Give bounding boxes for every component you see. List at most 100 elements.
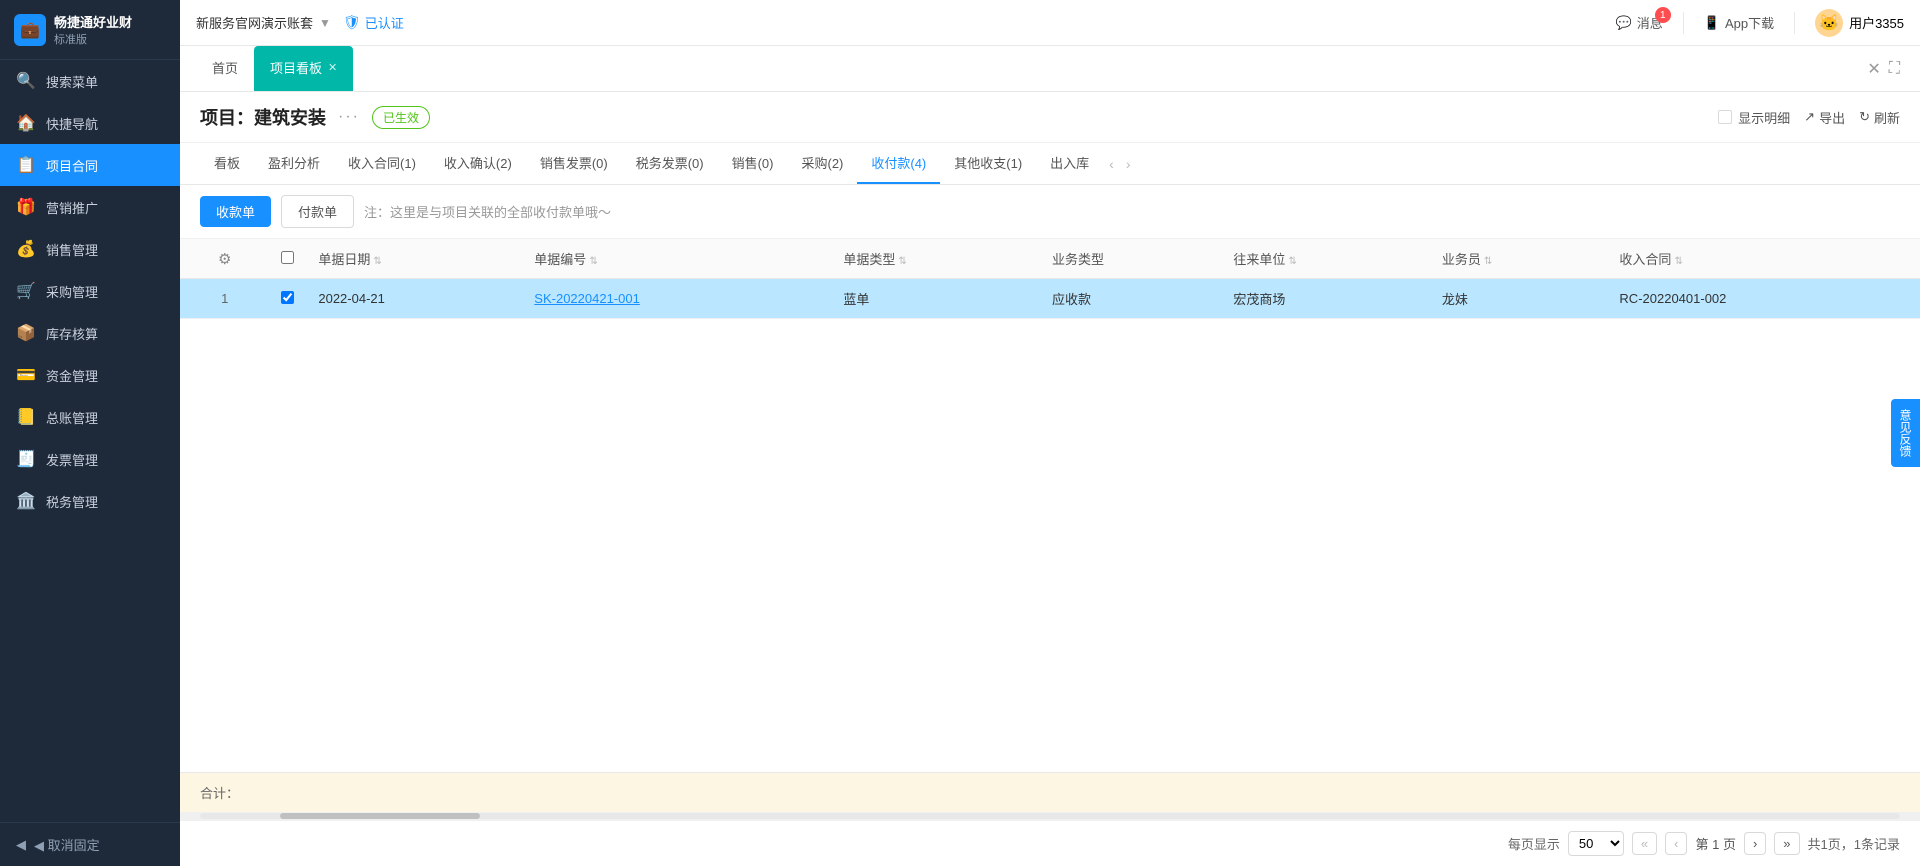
user-label: 用户3355	[1849, 13, 1904, 32]
sidebar-item-label-inventory: 库存核算	[46, 324, 98, 343]
subtab-sales-invoice[interactable]: 销售发票(0)	[526, 143, 622, 184]
sort-partner-icon[interactable]: ⇅	[1288, 256, 1296, 267]
row-type: 蓝单	[831, 279, 1040, 319]
last-page-button[interactable]: »	[1774, 832, 1799, 855]
first-page-button[interactable]: «	[1632, 832, 1657, 855]
pin-icon: ◀︎	[16, 837, 26, 853]
subtab-sales[interactable]: 销售(0)	[718, 143, 788, 184]
logo-icon: 💼	[20, 20, 40, 40]
feedback-button[interactable]: 意见反馈	[1891, 399, 1920, 467]
page-title: 项目：建筑安装	[200, 104, 326, 130]
refresh-icon: ↻	[1859, 109, 1870, 125]
show-detail-checkbox[interactable]	[1718, 110, 1732, 124]
sidebar-item-inventory[interactable]: 📦 库存核算	[0, 312, 180, 354]
window-close-button[interactable]: ✕	[1863, 55, 1884, 83]
tab-project-board[interactable]: 项目看板 ✕	[254, 46, 353, 91]
subtab-board[interactable]: 看板	[200, 143, 254, 184]
filter-row: 收款单 付款单 注：这里是与项目关联的全部收付款单哦～	[180, 185, 1920, 239]
subtab-profit-analysis[interactable]: 盈利分析	[254, 143, 334, 184]
topbar-project[interactable]: 新服务官网演示账套 ▼	[196, 13, 331, 32]
subtab-other-income[interactable]: 其他收支(1)	[940, 143, 1036, 184]
mobile-icon: 📱	[1704, 15, 1720, 31]
sidebar-item-label-purchase-mgmt: 采购管理	[46, 282, 98, 301]
messages-button[interactable]: 💬 消息 1	[1616, 13, 1663, 32]
data-table: ⚙ 单据日期⇅ 单据编号⇅ 单据类型⇅ 业务类型 往来单位⇅ 业务员⇅ 收入合同…	[180, 239, 1920, 319]
cancel-pin-button[interactable]: ◀︎ ◀︎ 取消固定	[0, 822, 180, 866]
user-menu[interactable]: 🐱 用户3355	[1815, 9, 1904, 37]
subtab-purchase[interactable]: 采购(2)	[787, 143, 857, 184]
topbar-actions: 💬 消息 1 📱 App下载 🐱 用户3355	[1616, 9, 1904, 37]
export-button[interactable]: ↗ 导出	[1804, 108, 1845, 127]
row-index: 1	[180, 279, 269, 319]
sidebar-item-invoice-mgmt[interactable]: 🧾 发票管理	[0, 438, 180, 480]
column-biz-type: 业务类型	[1040, 239, 1221, 279]
sort-income-contract-icon[interactable]: ⇅	[1674, 256, 1682, 267]
subtab-income-confirm[interactable]: 收入确认(2)	[430, 143, 526, 184]
next-page-button[interactable]: ›	[1744, 832, 1766, 855]
sort-date-icon[interactable]: ⇅	[373, 256, 381, 267]
tab-home-label: 首页	[212, 58, 238, 77]
tab-home[interactable]: 首页	[196, 46, 254, 91]
subtab-receive-pay[interactable]: 收付款(4)	[857, 143, 940, 184]
sidebar-item-tax-mgmt[interactable]: 🏛️ 税务管理	[0, 480, 180, 522]
tab-close-icon[interactable]: ✕	[328, 61, 337, 74]
sidebar-item-marketing[interactable]: 🎁 营销推广	[0, 186, 180, 228]
cancel-pin-label: ◀︎ 取消固定	[34, 835, 100, 854]
pay-bill-button[interactable]: 付款单	[281, 195, 354, 228]
sidebar-item-fund-mgmt[interactable]: 💳 资金管理	[0, 354, 180, 396]
select-all-checkbox[interactable]	[281, 251, 294, 264]
sidebar-item-ledger-mgmt[interactable]: 📒 总账管理	[0, 396, 180, 438]
scrollbar-thumb[interactable]	[280, 813, 480, 819]
per-page-select[interactable]: 50 100 200	[1568, 831, 1624, 856]
receive-bill-button[interactable]: 收款单	[200, 196, 271, 227]
page-label: 第 1 页	[1695, 834, 1736, 853]
sidebar-item-quick-nav[interactable]: 🏠 快捷导航	[0, 102, 180, 144]
sidebar-item-label-tax-mgmt: 税务管理	[46, 492, 98, 511]
refresh-label: 刷新	[1874, 108, 1900, 127]
sidebar-item-search[interactable]: 🔍 搜索菜单	[0, 60, 180, 102]
page-header-actions: 显示明细 ↗ 导出 ↻ 刷新	[1718, 108, 1900, 127]
fund-icon: 💳	[16, 365, 36, 385]
sort-salesperson-icon[interactable]: ⇅	[1484, 256, 1492, 267]
sort-type-icon[interactable]: ⇅	[898, 256, 906, 267]
tabbar: 首页 项目看板 ✕ ✕ ⛶	[180, 46, 1920, 92]
topbar-project-name: 新服务官网演示账套	[196, 13, 313, 32]
row-number-link[interactable]: SK-20220421-001	[534, 291, 640, 306]
column-checkbox	[269, 239, 306, 279]
sales-icon: 💰	[16, 239, 36, 259]
subtab-income-contract[interactable]: 收入合同(1)	[334, 143, 430, 184]
show-detail-toggle[interactable]: 显示明细	[1718, 108, 1790, 127]
window-expand-button[interactable]: ⛶	[1885, 56, 1904, 82]
app-logo: 💼	[14, 14, 46, 46]
subtab-inout-warehouse[interactable]: 出入库	[1036, 143, 1103, 184]
shield-icon: 🛡	[343, 14, 361, 31]
sidebar-item-label-search: 搜索菜单	[46, 72, 98, 91]
row-checkbox[interactable]	[281, 291, 294, 304]
column-income-contract: 收入合同⇅	[1607, 239, 1920, 279]
export-icon: ↗	[1804, 109, 1815, 125]
sort-number-icon[interactable]: ⇅	[589, 256, 597, 267]
sidebar-item-project-contract[interactable]: 📋 项目合同	[0, 144, 180, 186]
refresh-button[interactable]: ↻ 刷新	[1859, 108, 1900, 127]
column-settings[interactable]: ⚙	[180, 239, 269, 279]
user-avatar: 🐱	[1815, 9, 1843, 37]
scrollbar-track[interactable]	[200, 813, 1900, 819]
sidebar-item-purchase-mgmt[interactable]: 🛒 采购管理	[0, 270, 180, 312]
sidebar-item-label-project-contract: 项目合同	[46, 156, 98, 175]
prev-page-button[interactable]: ‹	[1665, 832, 1687, 855]
row-number: SK-20220421-001	[522, 279, 831, 319]
page-more-menu[interactable]: ···	[338, 108, 360, 126]
table-row[interactable]: 1 2022-04-21 SK-20220421-001 蓝单 应收款 宏茂商场…	[180, 279, 1920, 319]
subtab-prev-arrow[interactable]: ‹	[1103, 146, 1120, 182]
subtabs: 看板 盈利分析 收入合同(1) 收入确认(2) 销售发票(0) 税务发票(0) …	[180, 143, 1920, 185]
sidebar: 💼 畅捷通好业财 标准版 🔍 搜索菜单 🏠 快捷导航 📋 项目合同 🎁 营销推广…	[0, 0, 180, 866]
subtab-next-arrow[interactable]: ›	[1120, 146, 1137, 182]
sidebar-item-label-invoice-mgmt: 发票管理	[46, 450, 98, 469]
app-download-button[interactable]: 📱 App下载	[1704, 13, 1774, 32]
sidebar-item-label-fund-mgmt: 资金管理	[46, 366, 98, 385]
app-version: 标准版	[54, 31, 132, 47]
row-checkbox-cell	[269, 279, 306, 319]
subtab-tax-invoice[interactable]: 税务发票(0)	[622, 143, 718, 184]
sidebar-item-sales-mgmt[interactable]: 💰 销售管理	[0, 228, 180, 270]
row-date: 2022-04-21	[306, 279, 522, 319]
